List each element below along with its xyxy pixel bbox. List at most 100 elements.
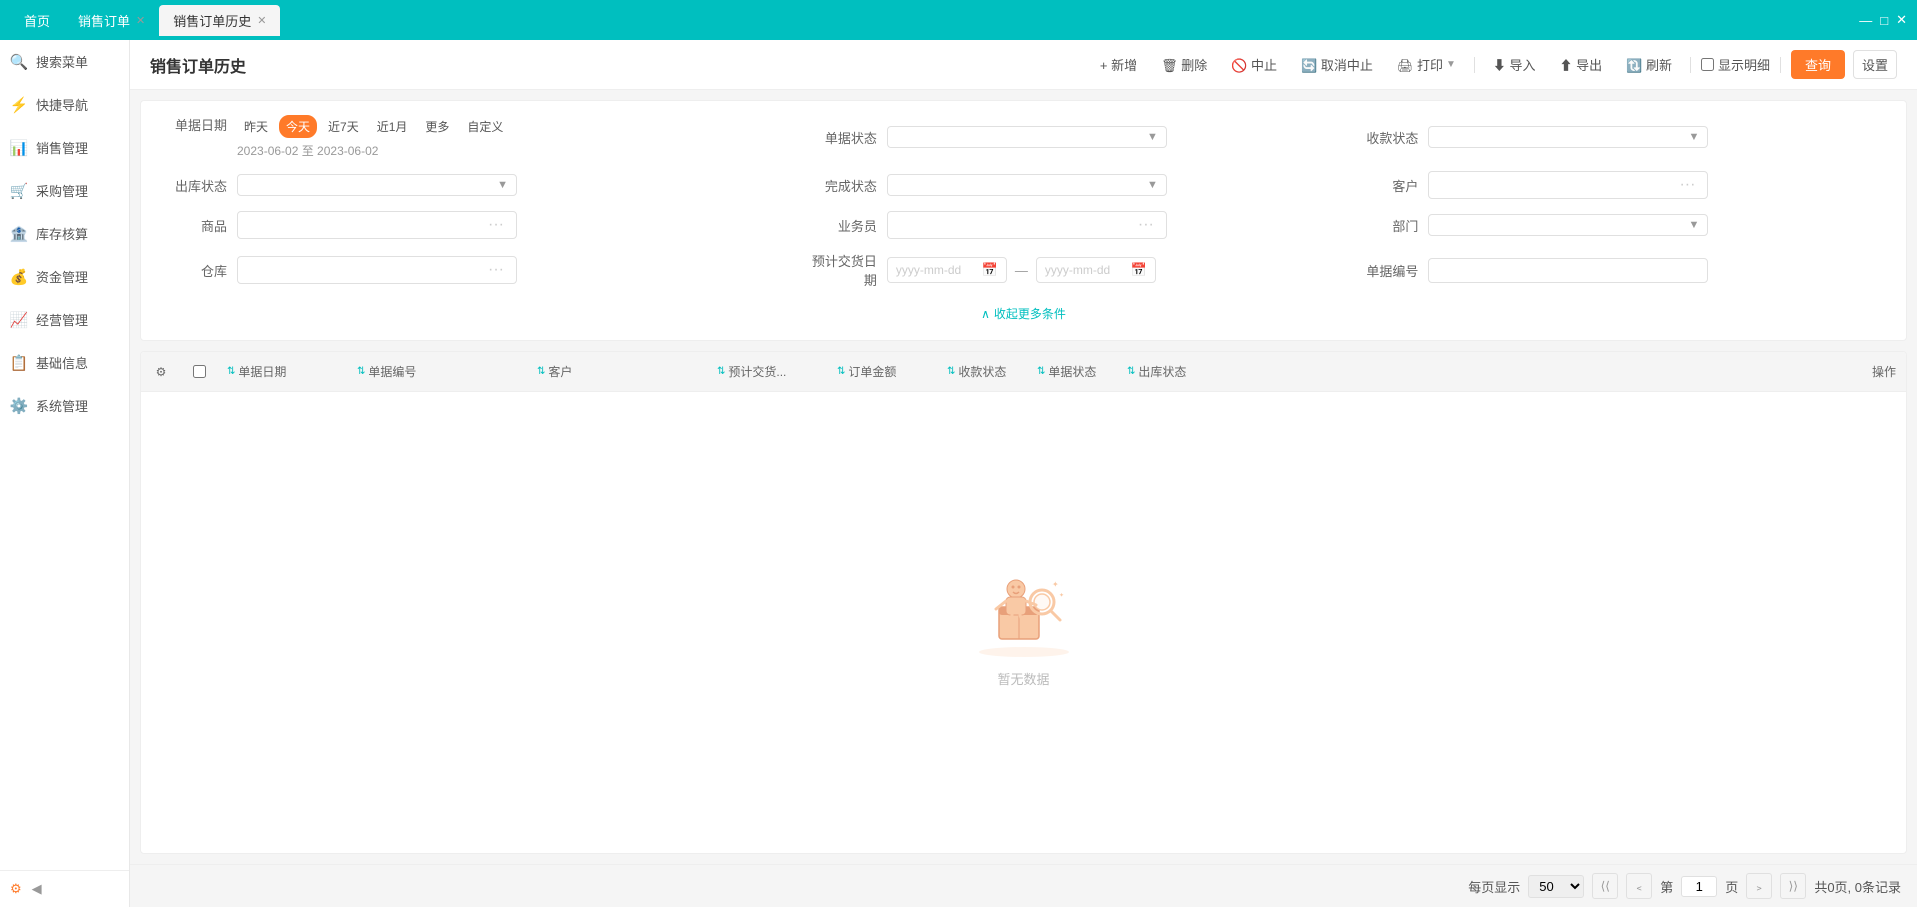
print-button[interactable]: 🖨 打印 ▼	[1389, 51, 1464, 78]
date-quick-buttons: 昨天 今天 近7天 近1月 更多 自定义	[237, 115, 510, 138]
window-maximize[interactable]: □	[1880, 13, 1888, 28]
prev-page-button[interactable]: ﹤	[1626, 873, 1652, 899]
customer-select[interactable]: ···	[1428, 171, 1708, 199]
pay-status-select[interactable]: ▼	[1428, 126, 1708, 148]
refresh-button[interactable]: 🔃 刷新	[1618, 51, 1680, 78]
delete-button[interactable]: 🗑 删除	[1153, 51, 1215, 78]
calendar-start-icon: 📅	[982, 262, 998, 278]
export-button[interactable]: ⬆ 导出	[1552, 51, 1611, 78]
import-button[interactable]: ⬇ 导入	[1485, 51, 1544, 78]
filter-row-3: 商品 ··· 业务员 ··· 部门	[157, 211, 1890, 239]
product-select[interactable]: ···	[237, 211, 517, 239]
date-filter-label: 单据日期	[157, 115, 237, 134]
filter-area: 单据日期 昨天 今天 近7天 近1月 更多 自定义 2023-06-02 至 2…	[140, 100, 1907, 341]
delivery-date-start[interactable]: yyyy-mm-dd 📅	[887, 257, 1007, 283]
th-settings[interactable]: ⚙	[141, 365, 181, 379]
date-btn-7days[interactable]: 近7天	[321, 115, 366, 138]
sidebar-item-system-mgmt[interactable]: ⚙️ 系统管理	[0, 384, 129, 427]
warehouse-dots[interactable]: ···	[484, 261, 508, 279]
order-no-input[interactable]	[1428, 258, 1708, 283]
sort-icon-pay-status[interactable]: ⇅	[947, 366, 955, 377]
sidebar-item-operations[interactable]: 📈 经营管理	[0, 298, 129, 341]
sort-icon-delivery[interactable]: ⇅	[717, 366, 725, 377]
display-detail-checkbox[interactable]	[1701, 58, 1714, 71]
first-page-button[interactable]: ⟨⟨	[1592, 873, 1618, 899]
next-page-button[interactable]: ﹥	[1746, 873, 1772, 899]
date-btn-custom[interactable]: 自定义	[460, 115, 510, 138]
delivery-date-label: 预计交货日期	[807, 251, 887, 289]
query-button[interactable]: 查询	[1791, 50, 1845, 79]
complete-status-label: 完成状态	[807, 176, 887, 195]
product-dots[interactable]: ···	[484, 216, 508, 234]
th-delivery: ⇅ 预计交货...	[707, 363, 827, 380]
close-tab-history[interactable]: ✕	[257, 14, 266, 27]
customer-label: 客户	[1348, 176, 1428, 195]
calendar-end-icon: 📅	[1131, 262, 1147, 278]
close-tab-sales-order[interactable]: ✕	[136, 14, 145, 27]
select-all-checkbox[interactable]	[193, 365, 206, 378]
quick-nav-icon: ⚡	[10, 96, 28, 114]
sidebar-item-finance[interactable]: 💰 资金管理	[0, 255, 129, 298]
settings-button[interactable]: 设置	[1853, 50, 1897, 79]
sidebar-item-label: 经营管理	[36, 310, 88, 329]
toolbar-divider-2	[1690, 57, 1691, 73]
sidebar-settings-icon[interactable]: ⚙	[10, 881, 22, 897]
sidebar-item-search-menu[interactable]: 🔍 搜索菜单	[0, 40, 129, 83]
cancel-stop-button[interactable]: 🔄 取消中止	[1293, 51, 1381, 78]
window-close[interactable]: ✕	[1896, 12, 1907, 28]
delivery-date-end[interactable]: yyyy-mm-dd 📅	[1036, 257, 1156, 283]
department-label: 部门	[1348, 216, 1428, 235]
sidebar-item-basic-info[interactable]: 📋 基础信息	[0, 341, 129, 384]
sidebar-item-purchase-mgmt[interactable]: 🛒 采购管理	[0, 169, 129, 212]
tab-sales-order-history[interactable]: 销售订单历史 ✕	[159, 5, 280, 36]
filter-row-1: 单据日期 昨天 今天 近7天 近1月 更多 自定义 2023-06-02 至 2…	[157, 115, 1890, 159]
warehouse-select[interactable]: ···	[237, 256, 517, 284]
date-btn-1month[interactable]: 近1月	[370, 115, 415, 138]
page-size-label: 每页显示	[1468, 877, 1520, 896]
customer-dots[interactable]: ···	[1675, 176, 1699, 194]
operations-icon: 📈	[10, 311, 28, 329]
sort-icon-order-no[interactable]: ⇅	[357, 366, 365, 377]
new-button[interactable]: + 新增	[1092, 51, 1145, 78]
sidebar-item-label: 资金管理	[36, 267, 88, 286]
page-input[interactable]	[1681, 876, 1717, 897]
salesperson-select[interactable]: ···	[887, 211, 1167, 239]
sort-icon-order-status[interactable]: ⇅	[1037, 366, 1045, 377]
purchase-mgmt-icon: 🛒	[10, 182, 28, 200]
complete-status-select[interactable]: ▼	[887, 174, 1167, 196]
order-status-select[interactable]: ▼	[887, 126, 1167, 148]
sidebar-item-sales-mgmt[interactable]: 📊 销售管理	[0, 126, 129, 169]
sort-icon-delivery-status[interactable]: ⇅	[1127, 366, 1135, 377]
sidebar-item-label: 销售管理	[36, 138, 88, 157]
date-btn-yesterday[interactable]: 昨天	[237, 115, 275, 138]
tab-sales-order[interactable]: 销售订单 ✕	[64, 5, 159, 36]
page-size-select[interactable]: 50 10 20 100	[1528, 875, 1584, 898]
delivery-status-select[interactable]: ▼	[237, 174, 517, 196]
stop-button[interactable]: 🚫 中止	[1223, 51, 1285, 78]
sidebar-item-label: 采购管理	[36, 181, 88, 200]
settings-gear-icon[interactable]: ⚙	[156, 365, 167, 379]
sort-icon-customer[interactable]: ⇅	[537, 366, 545, 377]
sidebar-item-label: 系统管理	[36, 396, 88, 415]
sort-icon-date[interactable]: ⇅	[227, 366, 235, 377]
sidebar-item-inventory[interactable]: 🏦 库存核算	[0, 212, 129, 255]
toolbar: + 新增 🗑 删除 🚫 中止 🔄 取消中止 🖨 打印 ▼ ⬇ 导入	[1092, 50, 1897, 79]
date-btn-today[interactable]: 今天	[279, 115, 317, 138]
collapse-button[interactable]: ∧ 收起更多条件	[157, 301, 1890, 326]
salesperson-dots[interactable]: ···	[1134, 216, 1158, 234]
sort-icon-amount[interactable]: ⇅	[837, 366, 845, 377]
empty-state: ✦ ✦ 暂无数据	[141, 392, 1906, 853]
date-btn-more[interactable]: 更多	[418, 115, 456, 138]
empty-illustration: ✦ ✦	[964, 557, 1084, 657]
display-detail-toggle[interactable]: 显示明细	[1701, 55, 1770, 74]
window-controls: — □ ✕	[1859, 12, 1907, 28]
last-page-button[interactable]: ⟩⟩	[1780, 873, 1806, 899]
department-select[interactable]: ▼	[1428, 214, 1708, 236]
sidebar-collapse-icon[interactable]: ◀	[32, 881, 42, 897]
sidebar-item-label: 搜索菜单	[36, 52, 88, 71]
tab-home[interactable]: 首页	[10, 5, 64, 36]
th-check[interactable]	[181, 365, 217, 378]
window-minimize[interactable]: —	[1859, 13, 1872, 28]
pay-status-label: 收款状态	[1348, 128, 1428, 147]
sidebar-item-quick-nav[interactable]: ⚡ 快捷导航	[0, 83, 129, 126]
